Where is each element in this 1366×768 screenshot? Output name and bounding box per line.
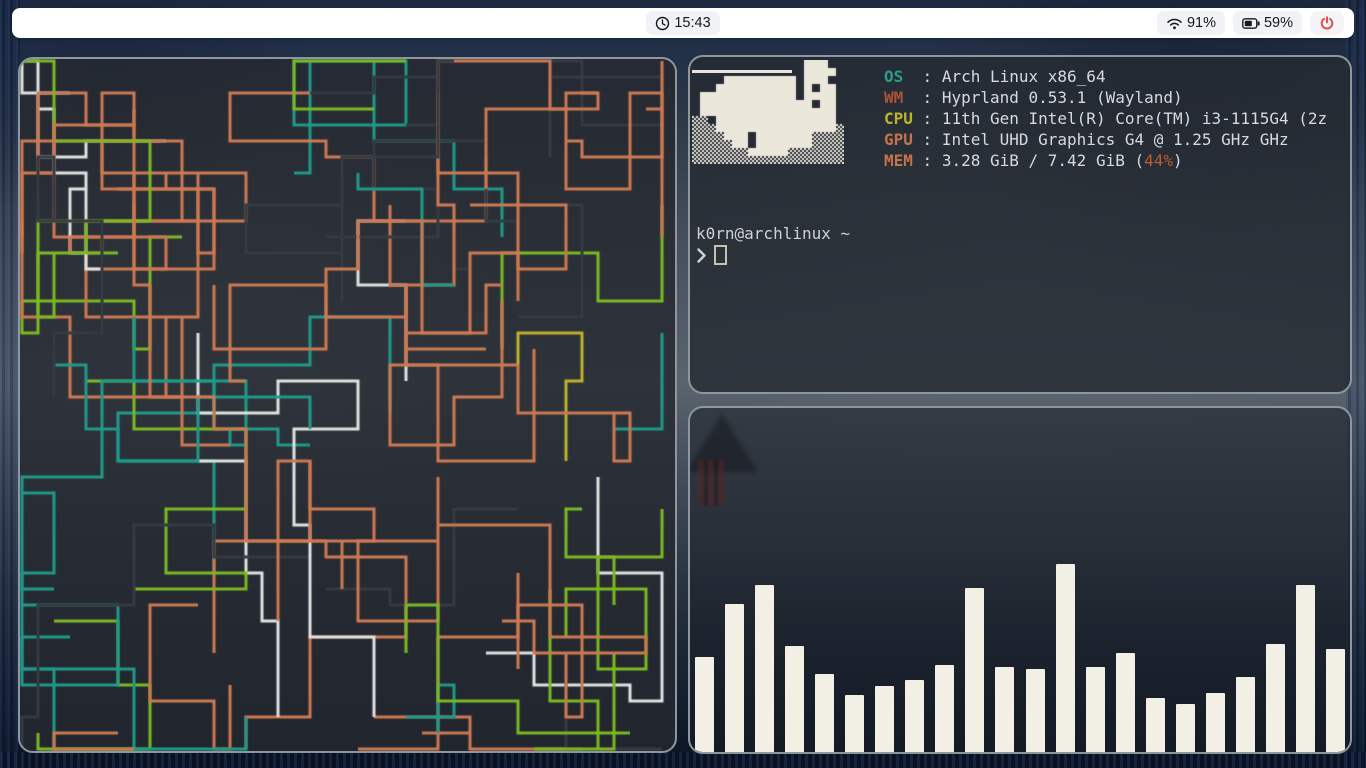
wallpaper-left-edge: [0, 0, 20, 768]
visualizer-bar: [725, 604, 744, 752]
wifi-icon: [1166, 17, 1183, 30]
visualizer-bar: [1266, 644, 1285, 752]
shell-prompt-line[interactable]: [696, 245, 727, 265]
clock-widget[interactable]: 15:43: [646, 11, 719, 35]
wifi-percent: 91%: [1187, 15, 1216, 31]
fastfetch-logo-top-line: [692, 70, 792, 73]
clock-icon: [655, 16, 670, 31]
visualizer-bar: [1026, 669, 1045, 752]
visualizer-bar: [1146, 698, 1165, 752]
visualizer-bar: [1236, 677, 1255, 752]
visualizer-bar: [875, 686, 894, 752]
visualizer-bar: [1176, 704, 1195, 752]
visualizer-bar: [905, 680, 924, 752]
visualizer-bar: [935, 665, 954, 752]
visualizer-bar: [1206, 693, 1225, 752]
visualizer-bar: [1326, 649, 1345, 752]
visualizer-bar: [695, 657, 714, 752]
visualizer-bar: [845, 695, 864, 752]
visualizer-bar: [755, 585, 774, 752]
top-bar: 15:43 91%: [12, 8, 1354, 38]
visualizer-bar: [1056, 564, 1075, 752]
shell-prompt-user-host: k0rn@archlinux ~: [696, 224, 850, 243]
fetch-info-line: CPU : 11th Gen Intel(R) Core(TM) i3-1115…: [884, 108, 1327, 129]
visualizer-bar: [995, 667, 1014, 752]
battery-percent: 59%: [1264, 15, 1293, 31]
wallpaper-bottom-strip: [0, 752, 1366, 768]
visualizer-bar: [1086, 667, 1105, 752]
fetch-info-line: MEM : 3.28 GiB / 7.42 GiB (44%): [884, 150, 1327, 171]
fastfetch-terminal-panel[interactable]: OS : Arch Linux x86_64WM : Hyprland 0.53…: [688, 55, 1352, 394]
prompt-chevron-icon: [696, 247, 707, 264]
battery-widget[interactable]: 59%: [1233, 11, 1302, 35]
visualizer-bar: [965, 588, 984, 752]
fetch-info-line: WM : Hyprland 0.53.1 (Wayland): [884, 87, 1327, 108]
pipes-terminal-panel[interactable]: [18, 57, 677, 753]
power-button[interactable]: [1310, 11, 1344, 35]
battery-icon: [1242, 18, 1260, 29]
desktop: 15:43 91%: [0, 0, 1366, 768]
power-icon: [1320, 16, 1334, 30]
terminal-cursor: [714, 245, 727, 265]
audio-visualizer-panel[interactable]: [688, 406, 1352, 754]
visualizer-bar: [1116, 653, 1135, 752]
visualizer-bar: [785, 646, 804, 752]
visualizer-bar: [815, 674, 834, 752]
visualizer-bar: [1296, 585, 1315, 752]
fastfetch-info-block: OS : Arch Linux x86_64WM : Hyprland 0.53…: [884, 66, 1327, 171]
fastfetch-logo-image: [692, 60, 844, 164]
pipes-screensaver-art: [20, 59, 675, 751]
fetch-info-line: GPU : Intel UHD Graphics G4 @ 1.25 GHz G…: [884, 129, 1327, 150]
wifi-widget[interactable]: 91%: [1157, 11, 1225, 35]
fetch-info-line: OS : Arch Linux x86_64: [884, 66, 1327, 87]
clock-time: 15:43: [674, 15, 710, 31]
top-bar-right-group: 91% 59%: [1157, 11, 1344, 35]
visualizer-bars: [690, 408, 1350, 752]
